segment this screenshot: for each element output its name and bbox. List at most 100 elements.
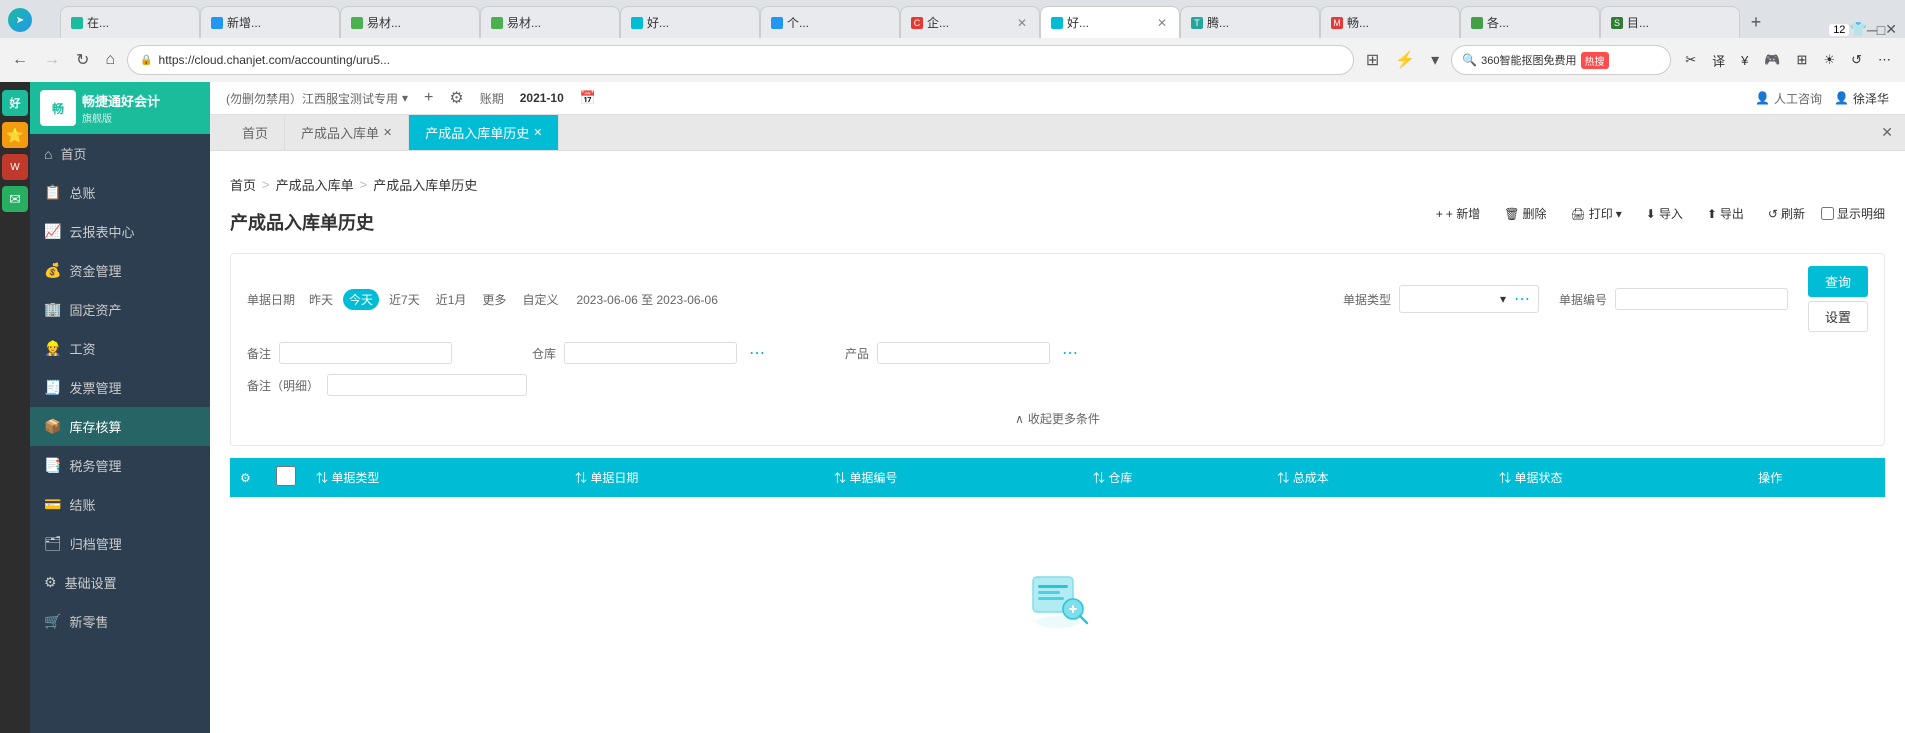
forward-btn[interactable]: → (40, 47, 64, 73)
user-info[interactable]: 👤 徐泽华 (1834, 90, 1889, 107)
tab-item-active[interactable]: 好... ✕ (1040, 6, 1180, 38)
sidebar-item-settlement[interactable]: 💳 结账 (30, 485, 210, 524)
grid-btn[interactable]: ⊞ (1362, 46, 1383, 74)
settings-gear-icon[interactable]: ⚙ (240, 471, 251, 485)
close-btn[interactable]: ✕ (1885, 21, 1897, 38)
export-btn[interactable]: ⬆ 导出 (1699, 202, 1752, 225)
sidebar-item-invoice-mgmt[interactable]: 🧾 发票管理 (30, 368, 210, 407)
import-btn[interactable]: ⬇ 导入 (1638, 202, 1691, 225)
type-select[interactable]: ▾ ⋯ (1399, 285, 1539, 313)
tab-item[interactable]: 在... (60, 6, 200, 38)
lightning-btn[interactable]: ⚡ (1391, 46, 1419, 74)
print-btn[interactable]: 🖨 打印 ▾ (1562, 202, 1629, 225)
note-input[interactable] (279, 342, 452, 364)
home-btn[interactable]: ⌂ (101, 47, 119, 73)
shirt-icon[interactable]: 👕 (1849, 21, 1866, 38)
product-input[interactable] (877, 342, 1050, 364)
table-header-checkbox[interactable] (266, 458, 306, 497)
sidebar-item-home[interactable]: ⌂ 首页 (30, 134, 210, 173)
page-tab-inventory-history[interactable]: 产成品入库单历史 ✕ (409, 115, 559, 150)
table-header-date[interactable]: ⇅ 单据日期 (565, 458, 824, 497)
sidebar-item-general-ledger[interactable]: 📋 总账 (30, 173, 210, 212)
new-btn[interactable]: + + 新增 (1428, 202, 1488, 225)
sidebar-item-fund-mgmt[interactable]: 💰 资金管理 (30, 251, 210, 290)
gamepad-btn[interactable]: 🎮 (1758, 49, 1786, 71)
tab-close-btn[interactable]: ✕ (1155, 16, 1169, 30)
show-detail-checkbox[interactable]: 显示明细 (1821, 205, 1885, 222)
breadcrumb-list[interactable]: 产成品入库单 (276, 175, 354, 194)
date-btn-7days[interactable]: 近7天 (383, 289, 426, 310)
date-btn-yesterday[interactable]: 昨天 (303, 289, 339, 310)
tab-item[interactable]: 易材... (340, 6, 480, 38)
translate-btn[interactable]: 译 (1706, 48, 1731, 73)
add-org-btn[interactable]: + (424, 89, 433, 107)
close-all-btn[interactable]: ✕ (1869, 118, 1905, 147)
tab-item[interactable]: S 目... (1600, 6, 1740, 38)
new-tab-btn[interactable]: + (1740, 6, 1772, 38)
app-icon-star[interactable]: ⭐ (2, 122, 28, 148)
sidebar-item-tax-mgmt[interactable]: 📑 税务管理 (30, 446, 210, 485)
dropdown-btn[interactable]: ▾ (1427, 46, 1443, 74)
url-bar[interactable]: 🔒 https://cloud.chanjet.com/accounting/u… (127, 45, 1354, 75)
search-bar[interactable]: 🔍 360智能抠图免费用 热搜 (1451, 45, 1671, 75)
minimize-btn[interactable]: ─ (1867, 22, 1877, 38)
table-header-settings[interactable]: ⚙ (230, 458, 266, 497)
sidebar-item-new-retail[interactable]: 🛒 新零售 (30, 602, 210, 641)
app-icon-wb[interactable]: W (2, 154, 28, 180)
table-header-status[interactable]: ⇅ 单据状态 (1489, 458, 1748, 497)
apps-btn[interactable]: ⊞ (1791, 49, 1814, 71)
back-btn[interactable]: ← (8, 47, 32, 73)
date-btn-more[interactable]: 更多 (476, 289, 512, 310)
tab-item[interactable]: 各... (1460, 6, 1600, 38)
reload-btn[interactable]: ↺ (1845, 49, 1868, 71)
select-all-checkbox[interactable] (276, 466, 296, 486)
type-more-btn[interactable]: ⋯ (1514, 289, 1530, 309)
page-tab-inventory-list[interactable]: 产成品入库单 ✕ (285, 115, 409, 150)
maximize-btn[interactable]: □ (1877, 22, 1885, 38)
sidebar-item-basic-settings[interactable]: ⚙ 基础设置 (30, 563, 210, 602)
warehouse-input[interactable] (564, 342, 737, 364)
tab-close-icon[interactable]: ✕ (383, 126, 392, 139)
tab-item[interactable]: C 企... ✕ (900, 6, 1040, 38)
org-selector[interactable]: (勿删勿禁用）江西服宝测试专用 ▾ (226, 90, 408, 107)
product-more-btn[interactable]: ⋯ (1062, 343, 1078, 363)
sidebar-item-payroll[interactable]: 👷 工资 (30, 329, 210, 368)
warehouse-more-btn[interactable]: ⋯ (749, 343, 765, 363)
settings-btn[interactable]: ⚙ (449, 88, 463, 108)
scissors-btn[interactable]: ✂ (1679, 49, 1702, 71)
show-detail-input[interactable] (1821, 207, 1834, 220)
setting-btn[interactable]: 设置 (1808, 301, 1868, 332)
sidebar-item-report-center[interactable]: 📈 云报表中心 (30, 212, 210, 251)
refresh-btn[interactable]: ↻ (72, 46, 93, 74)
tab-item[interactable]: T 腾... (1180, 6, 1320, 38)
breadcrumb-home[interactable]: 首页 (230, 175, 256, 194)
detail-note-input[interactable] (327, 374, 527, 396)
sidebar-item-fixed-assets[interactable]: 🏢 固定资产 (30, 290, 210, 329)
table-header-total-cost[interactable]: ⇅ 总成本 (1267, 458, 1489, 497)
tab-item[interactable]: 个... (760, 6, 900, 38)
table-header-number[interactable]: ⇅ 单据编号 (824, 458, 1083, 497)
number-input[interactable] (1615, 288, 1788, 310)
tab-item[interactable]: 好... (620, 6, 760, 38)
tab-item[interactable]: 易材... (480, 6, 620, 38)
tab-close-icon[interactable]: ✕ (533, 126, 542, 139)
more-btn[interactable]: ⋯ (1872, 49, 1897, 71)
tab-item[interactable]: 新增... (200, 6, 340, 38)
delete-btn[interactable]: 🗑 删除 (1496, 202, 1554, 225)
sun-btn[interactable]: ☀ (1817, 49, 1841, 71)
yen-btn[interactable]: ¥ (1735, 50, 1754, 71)
query-btn[interactable]: 查询 (1808, 266, 1868, 297)
date-btn-today[interactable]: 今天 (343, 289, 379, 310)
app-icon-mail[interactable]: ✉ (2, 186, 28, 212)
date-btn-custom[interactable]: 自定义 (516, 289, 564, 310)
tab-item[interactable]: M 畅... (1320, 6, 1460, 38)
app-icon-main[interactable]: 好 (2, 90, 28, 116)
table-header-type[interactable]: ⇅ 单据类型 (306, 458, 565, 497)
refresh-btn[interactable]: ↺ 刷新 (1760, 202, 1813, 225)
calendar-icon[interactable]: 📅 (580, 90, 596, 106)
human-service-btn[interactable]: 👤 人工咨询 (1755, 90, 1822, 107)
table-header-warehouse[interactable]: ⇅ 仓库 (1083, 458, 1267, 497)
collapse-btn[interactable]: ∧ 收起更多条件 (247, 404, 1868, 433)
tab-close-btn[interactable]: ✕ (1015, 16, 1029, 30)
sidebar-item-inventory[interactable]: 📦 库存核算 (30, 407, 210, 446)
